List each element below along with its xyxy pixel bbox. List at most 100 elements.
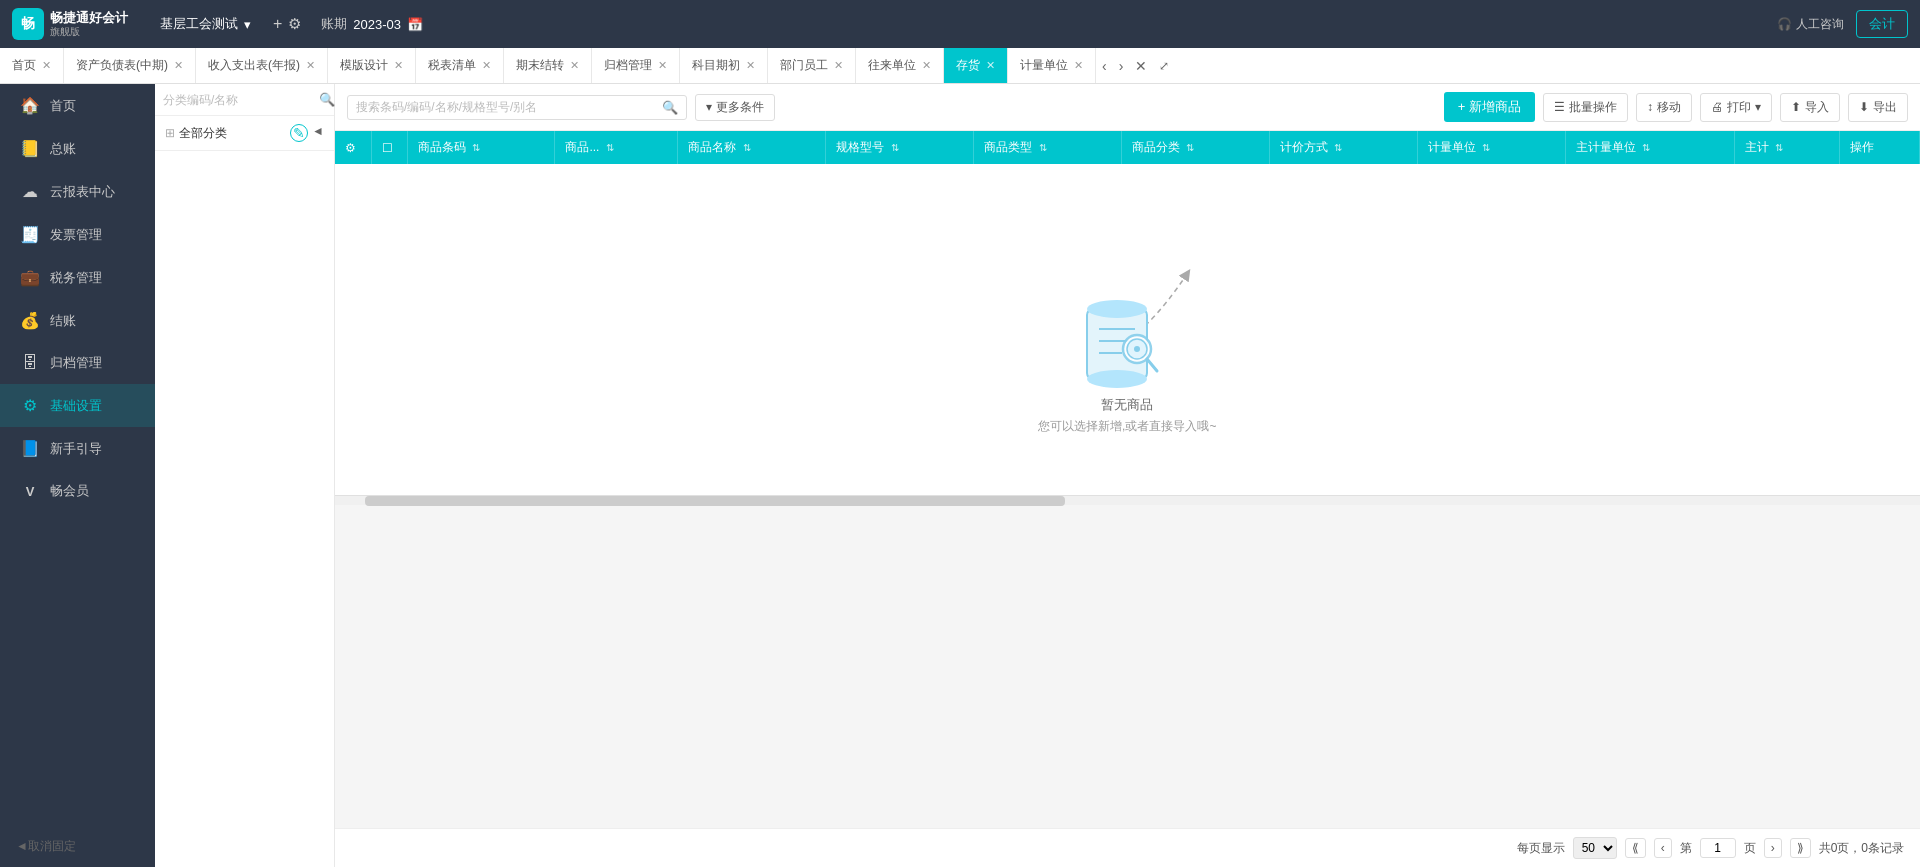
account-button[interactable]: 会计 [1856, 10, 1908, 38]
sidebar-item-settlement[interactable]: 💰 结账 [0, 299, 155, 342]
tab-contacts[interactable]: 往来单位 ✕ [856, 48, 944, 83]
page-input[interactable] [1700, 838, 1736, 858]
product-search-icon[interactable]: 🔍 [662, 100, 678, 115]
toolbar-right: + 新增商品 ☰ 批量操作 ↕ 移动 🖨 打印 ▾ [1444, 92, 1908, 122]
first-page-btn[interactable]: ⟪ [1625, 838, 1646, 858]
category-panel: 🔍 ⊞ 全部分类 ✎ ◄ [155, 84, 335, 867]
print-label: 打印 [1727, 99, 1751, 116]
import-icon: ⬆ [1791, 100, 1801, 114]
empty-state: 暂无商品 您可以选择新增,或者直接导入哦~ [335, 164, 1920, 495]
tab-account-init[interactable]: 科目期初 ✕ [680, 48, 768, 83]
sidebar-item-home[interactable]: 🏠 首页 [0, 84, 155, 127]
category-search: 🔍 [155, 84, 334, 116]
sidebar-label-home: 首页 [50, 97, 76, 115]
tab-income-statement[interactable]: 收入支出表(年报) ✕ [196, 48, 328, 83]
sidebar-item-guide[interactable]: 📘 新手引导 [0, 427, 155, 470]
all-category-label: 全部分类 [179, 125, 227, 142]
tab-dept-staff[interactable]: 部门员工 ✕ [768, 48, 856, 83]
product-table: ⚙ ☐ 商品条码 ⇅ 商品... ⇅ 商品名称 ⇅ 规格型号 ⇅ 商品类型 ⇅ … [335, 131, 1920, 495]
tab-close-home[interactable]: ✕ [42, 59, 51, 72]
company-selector[interactable]: 基层工会测试 ▾ [152, 11, 259, 37]
export-icon: ⬇ [1859, 100, 1869, 114]
edit-category-icon[interactable]: ✎ [290, 124, 308, 142]
tab-tax-list[interactable]: 税表清单 ✕ [416, 48, 504, 83]
add-product-button[interactable]: + 新增商品 [1444, 92, 1535, 122]
add-tab-icon[interactable]: + [273, 15, 282, 33]
logo-icon: 畅 [12, 8, 44, 40]
ledger-icon: 📒 [20, 139, 40, 158]
sidebar-item-archive[interactable]: 🗄 归档管理 [0, 342, 155, 384]
move-button[interactable]: ↕ 移动 [1636, 93, 1692, 122]
batch-label: 批量操作 [1569, 99, 1617, 116]
tab-close-all[interactable]: ✕ [1129, 48, 1153, 83]
export-label: 导出 [1873, 99, 1897, 116]
category-search-input[interactable] [163, 93, 313, 107]
grid-icon: ⊞ [165, 126, 175, 140]
guide-icon: 📘 [20, 439, 40, 458]
calendar-icon[interactable]: 📅 [407, 17, 423, 32]
prev-page-btn[interactable]: ‹ [1654, 838, 1672, 858]
print-icon: 🖨 [1711, 100, 1723, 114]
scroll-thumb[interactable] [365, 496, 1065, 506]
export-button[interactable]: ⬇ 导出 [1848, 93, 1908, 122]
settings-icon[interactable]: ⚙ [288, 15, 301, 33]
import-button[interactable]: ⬆ 导入 [1780, 93, 1840, 122]
category-search-icon[interactable]: 🔍 [319, 92, 335, 107]
dropdown-icon: ▾ [244, 17, 251, 32]
category-list-header: ⊞ 全部分类 ✎ ◄ [155, 116, 334, 151]
col-checkbox[interactable]: ☐ [371, 131, 407, 164]
pagination: 每页显示 50 ⟪ ‹ 第 页 › ⟫ 共0页，0条记录 [335, 828, 1920, 867]
more-filter-button[interactable]: ▾ 更多条件 [695, 94, 775, 121]
tab-nav-next[interactable]: › [1113, 48, 1130, 83]
unpin-label: ◄取消固定 [16, 838, 76, 855]
svg-line-11 [1147, 359, 1157, 371]
print-button[interactable]: 🖨 打印 ▾ [1700, 93, 1772, 122]
sidebar-item-basic-settings[interactable]: ⚙ 基础设置 [0, 384, 155, 427]
svg-point-5 [1087, 370, 1147, 388]
app-title: 畅捷通好会计 [50, 10, 128, 26]
batch-icon: ☰ [1554, 100, 1565, 114]
batch-operation-button[interactable]: ☰ 批量操作 [1543, 93, 1628, 122]
tab-nav-prev[interactable]: ‹ [1096, 48, 1113, 83]
col-code: 商品... ⇅ [555, 131, 678, 164]
member-icon: V [20, 484, 40, 499]
sidebar: 🏠 首页 📒 总账 ☁ 云报表中心 🧾 发票管理 💼 税务管理 💰 结账 🗄 归… [0, 84, 155, 867]
period-value: 2023-03 [353, 17, 401, 32]
help-button[interactable]: 🎧 人工咨询 [1777, 16, 1844, 33]
product-search-input[interactable] [356, 100, 658, 114]
tab-period-carry[interactable]: 期末结转 ✕ [504, 48, 592, 83]
last-page-btn[interactable]: ⟫ [1790, 838, 1811, 858]
col-name: 商品名称 ⇅ [678, 131, 826, 164]
main-layout: 🏠 首页 📒 总账 ☁ 云报表中心 🧾 发票管理 💼 税务管理 💰 结账 🗄 归… [0, 84, 1920, 867]
table-header-row: ⚙ ☐ 商品条码 ⇅ 商品... ⇅ 商品名称 ⇅ 规格型号 ⇅ 商品类型 ⇅ … [335, 131, 1920, 164]
tab-maximize[interactable]: ⤢ [1153, 48, 1175, 83]
logo-text: 畅捷通好会计 旗舰版 [50, 10, 128, 38]
tab-inventory[interactable]: 存货 ✕ [944, 48, 1008, 83]
sidebar-item-cloud-report[interactable]: ☁ 云报表中心 [0, 170, 155, 213]
tab-template-design[interactable]: 模版设计 ✕ [328, 48, 416, 83]
next-page-btn[interactable]: › [1764, 838, 1782, 858]
sidebar-label-member: 畅会员 [50, 482, 89, 500]
filter-label: 更多条件 [716, 99, 764, 116]
sidebar-label-basic-settings: 基础设置 [50, 397, 102, 415]
col-settings[interactable]: ⚙ [335, 131, 371, 164]
account-period: 账期 2023-03 📅 [321, 15, 423, 33]
total-records-label: 共0页，0条记录 [1819, 840, 1904, 857]
col-barcode: 商品条码 ⇅ [407, 131, 555, 164]
sidebar-item-ledger[interactable]: 📒 总账 [0, 127, 155, 170]
empty-doc-icon [1067, 289, 1147, 374]
toolbar: 🔍 ▾ 更多条件 + 新增商品 ☰ 批量操作 ↕ [335, 84, 1920, 131]
archive-icon: 🗄 [20, 354, 40, 372]
sidebar-item-tax[interactable]: 💼 税务管理 [0, 256, 155, 299]
tab-balance-sheet[interactable]: 资产负债表(中期) ✕ [64, 48, 196, 83]
collapse-category-icon[interactable]: ◄ [312, 124, 324, 142]
tab-archive-mgmt[interactable]: 归档管理 ✕ [592, 48, 680, 83]
sidebar-item-member[interactable]: V 畅会员 [0, 470, 155, 512]
horizontal-scrollbar[interactable] [335, 495, 1920, 505]
home-icon: 🏠 [20, 96, 40, 115]
per-page-select[interactable]: 50 [1573, 837, 1617, 859]
sidebar-item-invoice[interactable]: 🧾 发票管理 [0, 213, 155, 256]
tab-home[interactable]: 首页 ✕ [0, 48, 64, 83]
unpin-button[interactable]: ◄取消固定 [0, 826, 155, 867]
tab-unit-measure[interactable]: 计量单位 ✕ [1008, 48, 1096, 83]
